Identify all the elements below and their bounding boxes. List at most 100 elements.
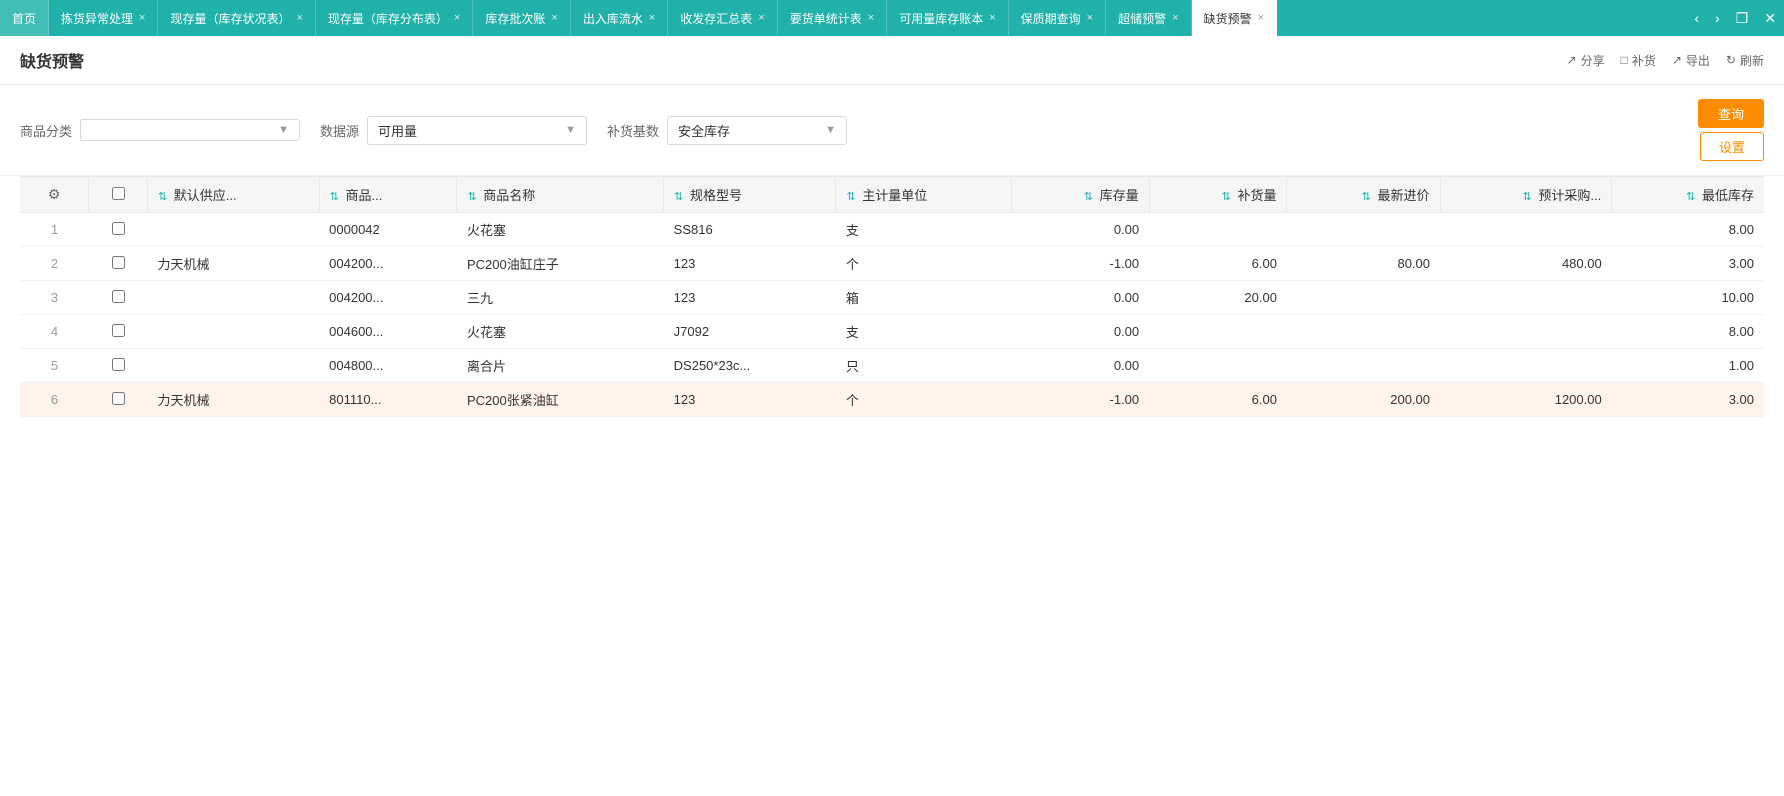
tab-inventory-status[interactable]: 现存量（库存状况表） × — [158, 0, 315, 36]
page-content: 缺货预警 ↗ 分享 □ 补货 ↗ 导出 ↻ 刷新 商品分类 — [0, 36, 1784, 796]
cell-spec: J7092 — [664, 315, 836, 349]
sort-icon: ⇅ — [674, 191, 683, 203]
col-header-unit[interactable]: ⇅ 主计量单位 — [836, 177, 1011, 213]
close-icon[interactable]: × — [454, 12, 460, 24]
sort-icon: ⇅ — [1362, 191, 1371, 203]
replenish-label: 补货基数 — [607, 121, 659, 140]
tab-demand-stat[interactable]: 要货单统计表 × — [778, 0, 887, 36]
tab-close-all[interactable]: ✕ — [1756, 10, 1784, 27]
export-button[interactable]: ↗ 导出 — [1672, 52, 1710, 69]
cell-supplier — [147, 281, 319, 315]
cell-index: 4 — [20, 315, 89, 349]
chevron-down-icon: ▼ — [825, 124, 836, 136]
cell-supplier — [147, 315, 319, 349]
tab-inventory-dist[interactable]: 现存量（库存分布表） × — [316, 0, 473, 36]
cell-spec: 123 — [664, 383, 836, 417]
col-header-name[interactable]: ⇅ 商品名称 — [457, 177, 664, 213]
replenish-button[interactable]: □ 补货 — [1621, 52, 1656, 69]
row-checkbox[interactable] — [112, 358, 125, 371]
tab-available-account[interactable]: 可用量库存账本 × — [887, 0, 1008, 36]
cell-checkbox[interactable] — [89, 383, 148, 417]
col-header-price[interactable]: ⇅ 最新进价 — [1287, 177, 1440, 213]
tab-scroll-left[interactable]: ‹ — [1686, 10, 1707, 26]
chevron-down-icon: ▼ — [565, 124, 576, 136]
row-checkbox[interactable] — [112, 256, 125, 269]
category-select[interactable]: ▼ — [80, 119, 300, 141]
close-icon[interactable]: × — [649, 12, 655, 24]
page-header: 缺货预警 ↗ 分享 □ 补货 ↗ 导出 ↻ 刷新 — [0, 36, 1784, 85]
tab-scroll-right[interactable]: › — [1707, 10, 1728, 26]
gear-icon[interactable]: ⚙ — [48, 186, 61, 202]
tab-restore[interactable]: ❐ — [1728, 10, 1757, 27]
cell-price: 200.00 — [1287, 383, 1440, 417]
sort-icon: ⇅ — [158, 191, 167, 203]
tab-overstock[interactable]: 超储预警 × — [1106, 0, 1191, 36]
close-icon[interactable]: × — [551, 12, 557, 24]
close-icon[interactable]: × — [868, 12, 874, 24]
tab-receive-summary[interactable]: 收发存汇总表 × — [668, 0, 777, 36]
close-icon[interactable]: × — [296, 12, 302, 24]
cell-checkbox[interactable] — [89, 247, 148, 281]
sort-icon: ⇅ — [330, 191, 339, 203]
table-row: 3 004200... 三九 123 箱 0.00 20.00 10.00 — [20, 281, 1764, 315]
select-all-checkbox[interactable] — [112, 187, 125, 200]
cell-price — [1287, 315, 1440, 349]
tab-picking[interactable]: 拣货异常处理 × — [49, 0, 158, 36]
share-button[interactable]: ↗ 分享 — [1567, 52, 1605, 69]
col-header-replenish[interactable]: ⇅ 补货量 — [1149, 177, 1287, 213]
row-checkbox[interactable] — [112, 290, 125, 303]
cell-min-stock: 8.00 — [1612, 213, 1764, 247]
cell-estimated: 1200.00 — [1440, 383, 1612, 417]
cell-estimated: 480.00 — [1440, 247, 1612, 281]
col-header-settings[interactable]: ⚙ — [20, 177, 89, 213]
tab-batch-account[interactable]: 库存批次账 × — [473, 0, 570, 36]
replenish-select[interactable]: 安全库存 ▼ — [667, 116, 847, 145]
sort-icon: ⇅ — [1686, 191, 1695, 203]
close-icon[interactable]: × — [1172, 12, 1178, 24]
replenish-filter-group: 补货基数 安全库存 ▼ — [607, 116, 847, 145]
col-header-supplier[interactable]: ⇅ 默认供应... — [147, 177, 319, 213]
sort-icon: ⇅ — [467, 191, 476, 203]
close-icon[interactable]: × — [989, 12, 995, 24]
close-icon[interactable]: × — [1087, 12, 1093, 24]
cell-min-stock: 10.00 — [1612, 281, 1764, 315]
col-header-estimated[interactable]: ⇅ 预计采购... — [1440, 177, 1612, 213]
cell-checkbox[interactable] — [89, 315, 148, 349]
tab-expiry[interactable]: 保质期查询 × — [1009, 0, 1106, 36]
cell-name: 火花塞 — [457, 213, 664, 247]
datasource-select[interactable]: 可用量 ▼ — [367, 116, 587, 145]
col-header-checkbox[interactable] — [89, 177, 148, 213]
cell-name: 火花塞 — [457, 315, 664, 349]
tab-inout-flow[interactable]: 出入库流水 × — [571, 0, 668, 36]
chevron-down-icon: ▼ — [278, 124, 289, 136]
cell-checkbox[interactable] — [89, 281, 148, 315]
table-container: ⚙ ⇅ 默认供应... ⇅ 商品... ⇅ 商品名称 — [0, 176, 1784, 417]
close-icon[interactable]: × — [1258, 12, 1264, 24]
query-button[interactable]: 查询 — [1698, 99, 1764, 128]
col-header-spec[interactable]: ⇅ 规格型号 — [664, 177, 836, 213]
row-checkbox[interactable] — [112, 324, 125, 337]
cell-checkbox[interactable] — [89, 349, 148, 383]
close-icon[interactable]: × — [139, 12, 145, 24]
cell-estimated — [1440, 213, 1612, 247]
settings-button[interactable]: 设置 — [1700, 132, 1764, 161]
refresh-button[interactable]: ↻ 刷新 — [1726, 52, 1764, 69]
row-checkbox[interactable] — [112, 392, 125, 405]
cell-unit: 支 — [836, 315, 1011, 349]
cell-spec: 123 — [664, 281, 836, 315]
tab-stockout[interactable]: 缺货预警 × — [1192, 0, 1277, 36]
close-icon[interactable]: × — [758, 12, 764, 24]
col-header-stock[interactable]: ⇅ 库存量 — [1011, 177, 1149, 213]
col-header-min-stock[interactable]: ⇅ 最低库存 — [1612, 177, 1764, 213]
tab-home[interactable]: 首页 — [0, 0, 49, 36]
cell-checkbox[interactable] — [89, 213, 148, 247]
cell-stock: -1.00 — [1011, 383, 1149, 417]
cell-unit: 箱 — [836, 281, 1011, 315]
header-actions: ↗ 分享 □ 补货 ↗ 导出 ↻ 刷新 — [1567, 52, 1765, 69]
page-title: 缺货预警 — [20, 48, 1567, 72]
col-header-code[interactable]: ⇅ 商品... — [319, 177, 457, 213]
cell-index: 2 — [20, 247, 89, 281]
row-checkbox[interactable] — [112, 222, 125, 235]
cell-replenish — [1149, 315, 1287, 349]
tab-bar: 首页 拣货异常处理 × 现存量（库存状况表） × 现存量（库存分布表） × 库存… — [0, 0, 1784, 36]
